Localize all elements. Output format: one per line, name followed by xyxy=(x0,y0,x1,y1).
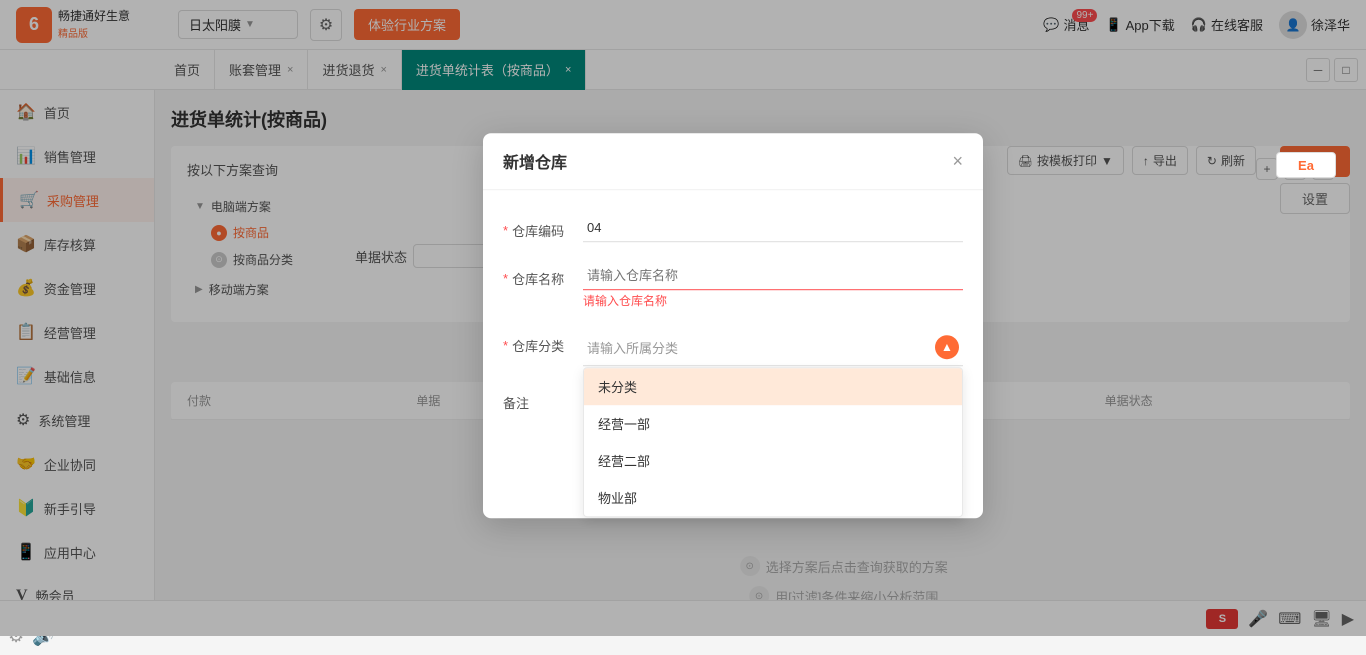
category-field[interactable]: 请输入所属分类 ▲ 未分类 经营一部 经营二部 物业部 xyxy=(583,329,963,366)
code-input[interactable] xyxy=(583,214,963,242)
name-error-msg: 请输入仓库名称 xyxy=(583,292,963,309)
code-field-row: * 仓库编码 xyxy=(503,214,963,242)
dropdown-option-ops2[interactable]: 经营二部 xyxy=(584,442,962,479)
name-field-row: * 仓库名称 请输入仓库名称 xyxy=(503,262,963,309)
dropdown-toggle-button[interactable]: ▲ xyxy=(935,335,959,359)
dropdown-option-property[interactable]: 物业部 xyxy=(584,479,962,516)
name-input[interactable] xyxy=(583,262,963,290)
dropdown-option-ops1[interactable]: 经营一部 xyxy=(584,405,962,442)
category-dropdown[interactable]: 请输入所属分类 ▲ xyxy=(583,329,963,366)
note-label: 备注 xyxy=(503,386,583,412)
modal-title: 新增仓库 xyxy=(503,149,567,173)
add-warehouse-modal: 新增仓库 × * 仓库编码 * 仓库名称 请输入仓库名称 xyxy=(483,133,983,518)
category-dropdown-list: 未分类 经营一部 经营二部 物业部 xyxy=(583,367,963,517)
code-label: * 仓库编码 xyxy=(503,214,583,240)
name-label: * 仓库名称 xyxy=(503,262,583,288)
modal-body: * 仓库编码 * 仓库名称 请输入仓库名称 * 仓库分类 xyxy=(483,190,983,450)
modal-close-button[interactable]: × xyxy=(952,152,963,170)
name-field: 请输入仓库名称 xyxy=(583,262,963,309)
category-label: * 仓库分类 xyxy=(503,329,583,355)
modal-header: 新增仓库 × xyxy=(483,133,983,190)
code-field xyxy=(583,214,963,242)
dropdown-option-uncategorized[interactable]: 未分类 xyxy=(584,368,962,405)
category-field-row: * 仓库分类 请输入所属分类 ▲ 未分类 经营一部 经营二部 物业部 xyxy=(503,329,963,366)
ea-badge: Ea xyxy=(1276,152,1336,178)
